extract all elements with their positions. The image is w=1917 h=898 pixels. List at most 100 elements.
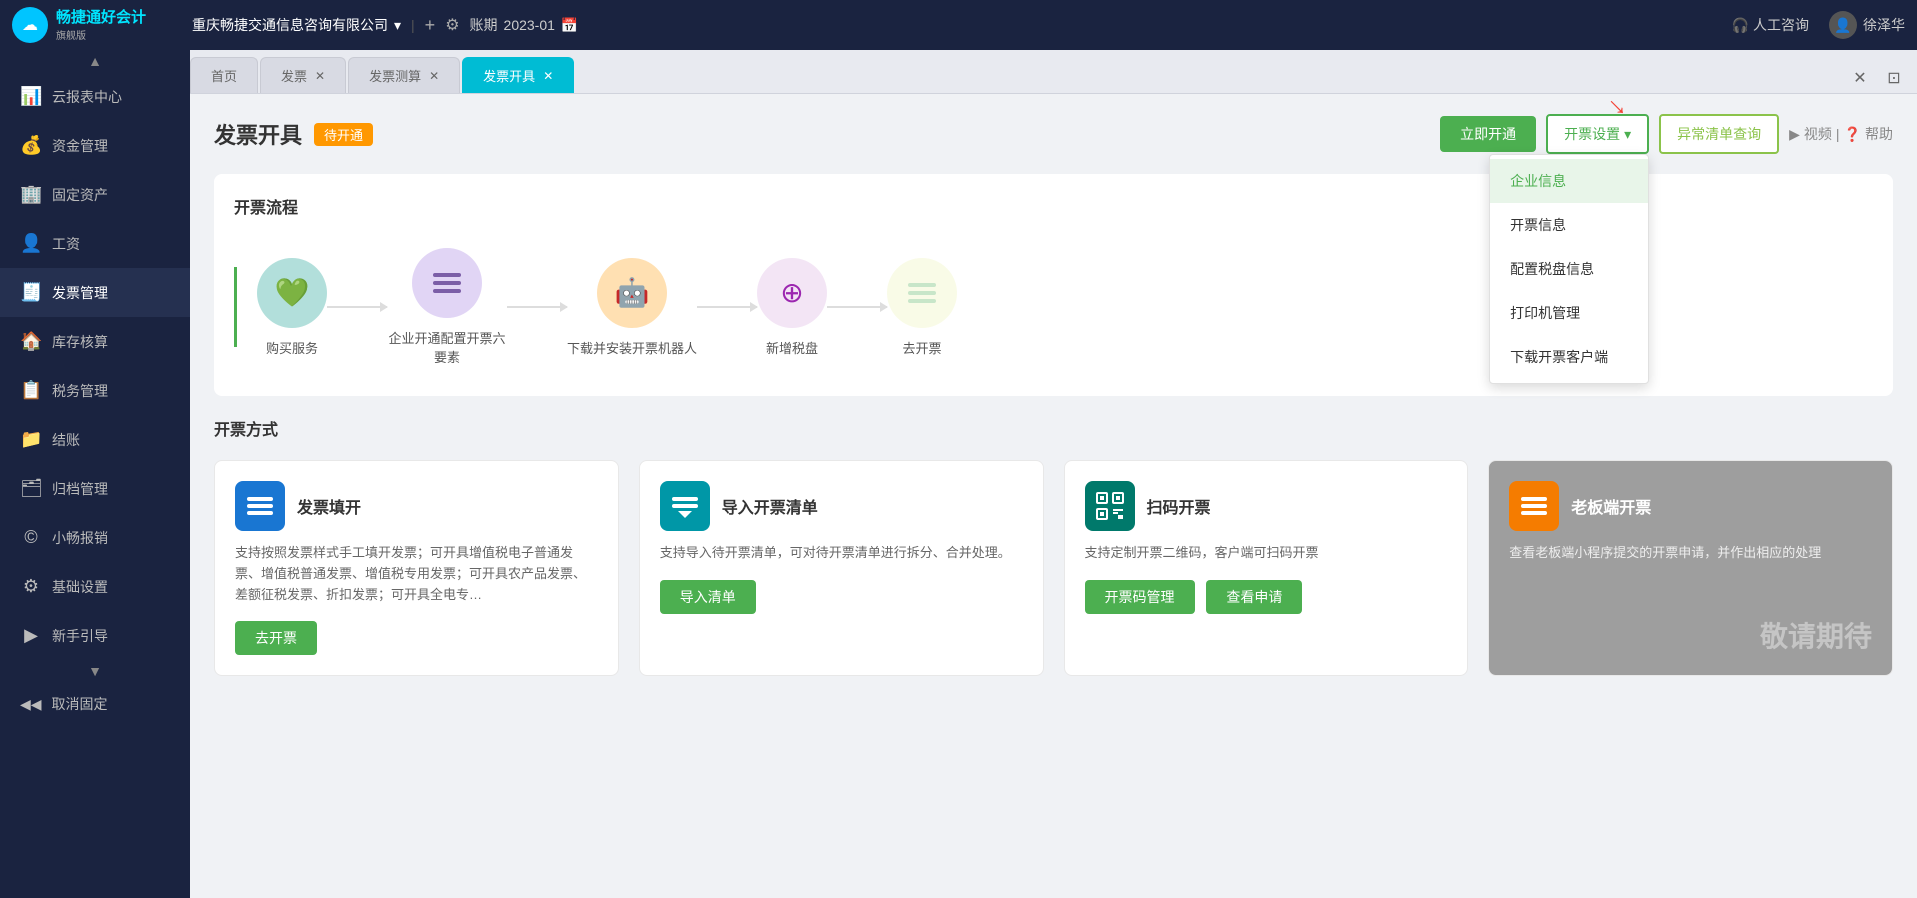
- activate-button[interactable]: 立即开通: [1440, 116, 1536, 152]
- scan-btn2[interactable]: 查看申请: [1206, 580, 1302, 614]
- company-selector[interactable]: 重庆畅捷交通信息咨询有限公司 ▾: [192, 15, 401, 35]
- gudingzichan-icon: 🏢: [20, 184, 42, 205]
- dropdown-item-xiazaikaipiaoke[interactable]: 下载开票客户端: [1490, 335, 1648, 379]
- tab-fapiaokaiqu-close[interactable]: ✕: [543, 69, 553, 83]
- top-bar: ☁ 畅捷通好会计 旗舰版 重庆畅捷交通信息咨询有限公司 ▾ | + ⚙ 账期 2…: [0, 0, 1917, 50]
- sidebar-item-xiaochang[interactable]: © 小畅报销: [0, 513, 190, 562]
- sidebar-item-label: 发票管理: [52, 283, 108, 303]
- settings-button[interactable]: 开票设置 ▾: [1546, 114, 1649, 154]
- status-badge: 待开通: [314, 123, 373, 146]
- yunbiao-icon: 📊: [20, 86, 42, 107]
- help-label: 帮助: [1865, 124, 1893, 144]
- video-help-area[interactable]: ▶ 视频 | ❓ 帮助: [1789, 124, 1893, 144]
- tab-fapiaokaiqu[interactable]: 发票开具 ✕: [462, 57, 574, 93]
- sidebar-item-label: 税务管理: [52, 381, 108, 401]
- tab-fapiaocesuan[interactable]: 发票测算 ✕: [348, 57, 460, 93]
- dropdown-item-qiyeinfo[interactable]: 企业信息: [1490, 159, 1648, 203]
- avatar: 👤: [1829, 11, 1857, 39]
- flow-circle-4: ⊕: [757, 258, 827, 328]
- video-label: 视频: [1804, 124, 1832, 144]
- logo-icon: ☁: [12, 7, 48, 43]
- method-card-boss: 老板端开票 查看老板端小程序提交的开票申请，并作出相应的处理 敬请期待: [1488, 460, 1893, 676]
- tab-fapiao-close[interactable]: ✕: [315, 69, 325, 83]
- flow-circle-1: 💚: [257, 258, 327, 328]
- user-name: 徐泽华: [1863, 15, 1905, 35]
- flow-circle-5: [887, 258, 957, 328]
- sidebar-item-label: 固定资产: [52, 185, 108, 205]
- method-card-import-header: 导入开票清单: [660, 481, 1023, 531]
- methods-section: 开票方式 发票填开 支持按照发票样式手工填开发票；可开具增值税电子普通发票、增值…: [214, 416, 1893, 676]
- xiaochang-icon: ©: [20, 527, 42, 548]
- scroll-down-btn[interactable]: ▼: [0, 660, 190, 682]
- method-card-fill: 发票填开 支持按照发票样式手工填开发票；可开具增值税电子普通发票、增值税普通发票…: [214, 460, 619, 676]
- play-icon: ▶: [1789, 126, 1800, 143]
- sidebar-item-shuiwu[interactable]: 📋 税务管理: [0, 366, 190, 415]
- company-name: 重庆畅捷交通信息咨询有限公司: [192, 15, 388, 35]
- flow-label-3: 下载并安装开票机器人: [567, 338, 697, 357]
- flow-arrow-1: [327, 306, 387, 308]
- import-btn[interactable]: 导入清单: [660, 580, 756, 614]
- calendar-icon[interactable]: 📅: [561, 17, 578, 34]
- top-right-area: 🎧 人工咨询 👤 徐泽华: [1732, 11, 1905, 39]
- sidebar-item-xinshouyin[interactable]: ▶ 新手引导: [0, 611, 190, 660]
- logo-title: 畅捷通好会计: [56, 9, 146, 27]
- settings-icon[interactable]: ⚙: [445, 15, 459, 35]
- add-button[interactable]: +: [425, 15, 436, 36]
- logo-subtitle: 旗舰版: [56, 27, 146, 42]
- header-actions: 立即开通 开票设置 ▾ 企业信息 开票信息 配置税盘信息 打印机管理 下载开票客…: [1440, 114, 1893, 154]
- sidebar-item-gongzi[interactable]: 👤 工资: [0, 219, 190, 268]
- sidebar-item-jiezhang[interactable]: 📁 结账: [0, 415, 190, 464]
- sidebar: ▲ 📊 云报表中心 💰 资金管理 🏢 固定资产 👤 工资 🧾 发票管理 🏠 库存…: [0, 50, 190, 898]
- help-btn[interactable]: 🎧 人工咨询: [1732, 15, 1809, 35]
- help-label: 人工咨询: [1753, 15, 1809, 35]
- method-desc-scan: 支持定制开票二维码，客户端可扫码开票: [1085, 543, 1448, 564]
- boss-overlay-text: 敬请期待: [1760, 615, 1872, 655]
- flow-arrow-4: [827, 306, 887, 308]
- pipe-sep: |: [1836, 126, 1840, 142]
- tab-fapiao[interactable]: 发票 ✕: [260, 57, 346, 93]
- tab-bar-actions: ✕ ⊡: [1845, 63, 1917, 93]
- page-title-area: 发票开具 待开通: [214, 118, 373, 150]
- fapiao-icon: 🧾: [20, 282, 42, 303]
- flow-label-4: 新增税盘: [766, 338, 818, 357]
- scroll-up-btn[interactable]: ▲: [0, 50, 190, 72]
- flow-label-1: 购买服务: [266, 338, 318, 357]
- cancel-pin-label: 取消固定: [52, 694, 108, 714]
- flow-arrow-3: [697, 306, 757, 308]
- fill-go-btn[interactable]: 去开票: [235, 621, 317, 655]
- dropdown-item-peizhishuipan[interactable]: 配置税盘信息: [1490, 247, 1648, 291]
- sidebar-item-fapiao[interactable]: 🧾 发票管理: [0, 268, 190, 317]
- flow-label-5: 去开票: [903, 338, 942, 357]
- jiezhang-icon: 📁: [20, 429, 42, 450]
- sidebar-item-guidang[interactable]: 🗂 归档管理: [0, 464, 190, 513]
- sidebar-item-kucun[interactable]: 🏠 库存核算: [0, 317, 190, 366]
- settings-dropdown-icon: ▾: [1624, 126, 1631, 143]
- method-desc-fill: 支持按照发票样式手工填开发票；可开具增值税电子普通发票、增值税普通发票、增值税专…: [235, 543, 598, 605]
- logo-area: ☁ 畅捷通好会计 旗舰版: [12, 7, 182, 43]
- flow-circle-3: 🤖: [597, 258, 667, 328]
- sidebar-item-yunbiao[interactable]: 📊 云报表中心: [0, 72, 190, 121]
- settings-dropdown-menu: 企业信息 开票信息 配置税盘信息 打印机管理 下载开票客户端: [1489, 154, 1649, 384]
- scan-btn1[interactable]: 开票码管理: [1085, 580, 1195, 614]
- exception-button[interactable]: 异常清单查询: [1659, 114, 1779, 154]
- sidebar-cancel-pin[interactable]: ◀◀ 取消固定: [0, 682, 190, 726]
- flow-step-2: 企业开通配置开票六要素: [387, 248, 507, 366]
- method-icon-boss: [1509, 481, 1559, 531]
- tab-fapiaocesuan-label: 发票测算: [369, 66, 421, 85]
- user-area[interactable]: 👤 徐泽华: [1829, 11, 1905, 39]
- dropdown-item-kaipiaoinfo[interactable]: 开票信息: [1490, 203, 1648, 247]
- page-content: 发票开具 待开通 立即开通 开票设置 ▾ 企业信息 开票信息 配置税盘信息 打印…: [190, 94, 1917, 898]
- method-desc-import: 支持导入待开票清单，可对待开票清单进行拆分、合并处理。: [660, 543, 1023, 564]
- flow-step-5: 去开票: [887, 258, 957, 357]
- sidebar-item-jichushezhi[interactable]: ⚙ 基础设置: [0, 562, 190, 611]
- dropdown-item-dayinjiguanli[interactable]: 打印机管理: [1490, 291, 1648, 335]
- settings-btn-label: 开票设置: [1564, 124, 1620, 144]
- sidebar-item-gudingzichan[interactable]: 🏢 固定资产: [0, 170, 190, 219]
- tab-home[interactable]: 首页: [190, 57, 258, 93]
- tab-close-window-btn[interactable]: ✕: [1845, 63, 1875, 93]
- sidebar-item-zijin[interactable]: 💰 资金管理: [0, 121, 190, 170]
- flow-circle-2: [412, 248, 482, 318]
- tab-fapiaocesuan-close[interactable]: ✕: [429, 69, 439, 83]
- tab-expand-btn[interactable]: ⊡: [1879, 63, 1909, 93]
- sidebar-item-label: 基础设置: [52, 577, 108, 597]
